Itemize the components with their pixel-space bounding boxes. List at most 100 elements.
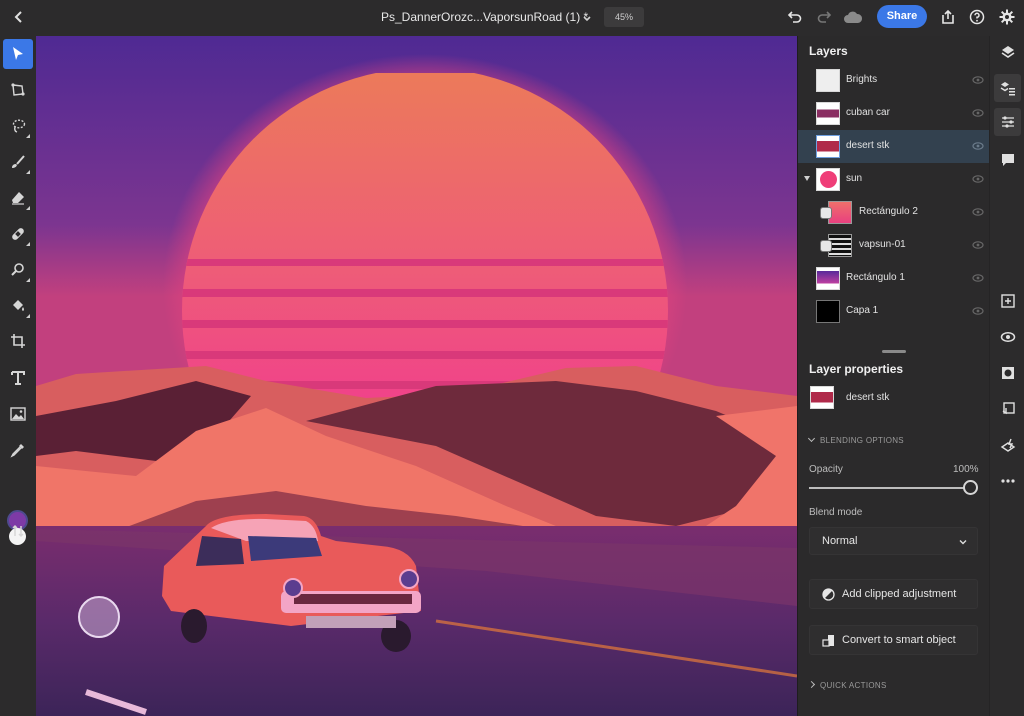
eye-icon[interactable] [972,207,984,217]
blend-mode-value: Normal [822,535,858,547]
eyedropper-icon [10,444,24,458]
add-clipped-adjustment-label: Add clipped adjustment [842,588,957,600]
submenu-indicator [26,206,30,210]
more-button[interactable] [994,467,1021,495]
document-canvas[interactable] [36,36,797,716]
layer-row[interactable]: Brights [798,64,990,97]
chevron-left-icon [14,11,22,23]
blend-mode-select[interactable]: Normal [809,527,978,555]
layer-name: sun [846,173,863,184]
layer-group-row[interactable]: sun [798,163,990,196]
help-icon [969,9,985,25]
blend-mode-label: Blend mode [809,507,863,518]
redo-button[interactable] [814,7,834,27]
mask-icon [1001,367,1014,379]
smart-object-icon [820,240,832,252]
layer-thumbnail [816,267,840,290]
layers-button[interactable] [994,38,1021,66]
transform-icon [11,83,25,96]
eye-icon[interactable] [972,75,984,85]
cloud-icon [844,11,863,23]
opacity-slider-track[interactable] [809,487,967,489]
properties-layer-thumbnail [810,386,834,409]
chevron-down-icon [959,540,967,545]
eye-icon[interactable] [972,273,984,283]
eye-icon[interactable] [972,141,984,151]
quick-actions-label: QUICK ACTIONS [820,681,887,690]
eye-icon[interactable] [972,108,984,118]
eye-icon[interactable] [972,174,984,184]
help-button[interactable] [967,7,987,27]
image-icon [10,407,26,421]
gear-icon [999,9,1015,25]
layer-row[interactable]: cuban car [798,97,990,130]
cloud-status[interactable] [843,7,863,27]
layer-row[interactable]: Capa 1 [798,295,990,328]
layer-name: Capa 1 [846,305,879,316]
top-bar: Ps_DannerOrozc...VaporsunRoad (1) * 45% … [0,0,1024,36]
zoom-level[interactable]: 45% [604,7,644,27]
layer-row[interactable]: Rectángulo 1 [798,262,990,295]
properties-button[interactable] [994,108,1021,136]
clone-stamp-tool[interactable] [3,255,33,285]
visibility-button[interactable] [994,323,1021,351]
move-tool[interactable] [3,39,33,69]
layer-name: cuban car [846,107,890,118]
redo-icon [817,11,832,23]
layer-properties-title: Layer properties [809,362,904,376]
swap-colors-button[interactable] [3,516,33,546]
convert-smart-object-button[interactable]: Convert to smart object [809,625,978,655]
layer-list-button[interactable] [994,74,1021,102]
layer-row-selected[interactable]: desert stk [798,130,990,163]
back-button[interactable] [10,8,28,26]
export-icon [942,9,954,24]
panel-resize-handle[interactable] [882,350,906,353]
expand-caret-icon[interactable] [804,176,810,181]
add-layer-button[interactable] [994,287,1021,315]
document-title[interactable]: Ps_DannerOrozc...VaporsunRoad (1) * [381,10,588,24]
photoshop-app: Ps_DannerOrozc...VaporsunRoad (1) * 45% … [0,0,1024,716]
comment-icon [1001,154,1014,166]
eyedropper-tool[interactable] [3,435,33,465]
healing-tool[interactable] [3,219,33,249]
type-tool[interactable] [3,363,33,393]
comments-button[interactable] [994,146,1021,174]
add-mask-button[interactable] [994,359,1021,387]
clip-icon [1002,402,1015,415]
opacity-slider-thumb[interactable] [963,480,978,495]
layer-name: Rectángulo 1 [846,272,905,283]
lasso-tool[interactable] [3,111,33,141]
document-menu-button[interactable] [582,11,592,22]
eraser-icon [12,192,24,205]
eye-icon[interactable] [972,306,984,316]
share-button[interactable]: Share [877,5,927,28]
paint-bucket-tool[interactable] [3,291,33,321]
place-image-tool[interactable] [3,399,33,429]
more-icon [1000,479,1015,483]
submenu-indicator [26,314,30,318]
add-layer-icon [1000,294,1015,308]
properties-layer-name: desert stk [846,392,890,403]
layer-row[interactable]: Rectángulo 2 [798,196,990,229]
opacity-value[interactable]: 100% [953,464,979,475]
layers-panel: Layers Brights cuban car desert stk sun … [797,36,990,716]
layer-name: Brights [846,74,878,85]
layer-thumbnail [816,168,840,191]
export-button[interactable] [938,7,958,27]
crop-tool[interactable] [3,326,33,356]
quick-actions-header[interactable]: QUICK ACTIONS [807,680,887,690]
eraser-tool[interactable] [3,183,33,213]
transform-tool[interactable] [3,75,33,105]
add-clipped-adjustment-button[interactable]: Add clipped adjustment [809,579,978,609]
chevron-down-icon [583,16,591,22]
blending-options-header[interactable]: BLENDING OPTIONS [807,434,904,445]
layers-title: Layers [809,44,848,58]
clipping-mask-button[interactable] [994,395,1021,423]
layer-thumbnail [816,102,840,125]
undo-button[interactable] [785,7,805,27]
settings-button[interactable] [997,7,1017,27]
brush-tool[interactable] [3,147,33,177]
layer-effects-button[interactable] [994,431,1021,459]
layer-row[interactable]: vapsun-01 [798,229,990,262]
eye-icon[interactable] [972,240,984,250]
